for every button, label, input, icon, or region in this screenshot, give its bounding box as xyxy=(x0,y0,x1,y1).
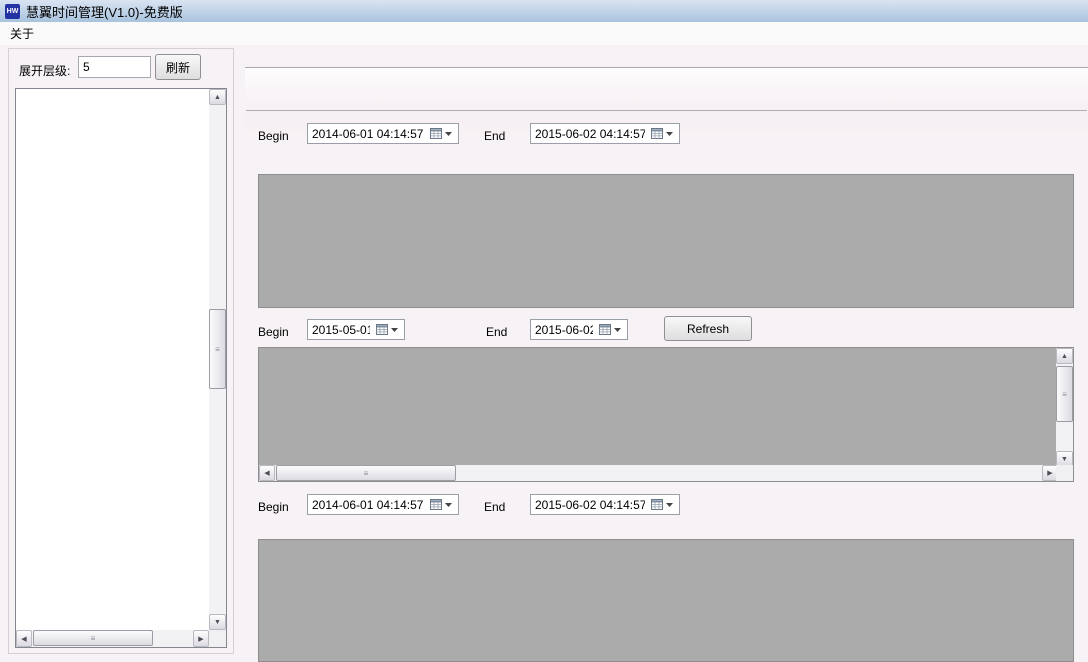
scroll-up-icon[interactable]: ▲ xyxy=(209,89,226,105)
date-value: 2015-06-02 xyxy=(531,323,593,337)
window-title: 慧翼时间管理(V1.0)-免费版 xyxy=(26,2,183,21)
scroll-thumb[interactable] xyxy=(276,465,456,481)
subtab-page-border xyxy=(246,110,1087,111)
end-datetime-picker-bottom[interactable]: 2015-06-02 04:14:57 xyxy=(530,494,680,515)
refresh-pivot-button[interactable]: Refresh xyxy=(664,316,752,341)
scroll-up-icon[interactable]: ▲ xyxy=(1056,348,1073,364)
begin-label-middle: Begin xyxy=(258,325,289,339)
calendar-dropdown-icon[interactable] xyxy=(593,320,627,339)
begin-label-top: Begin xyxy=(258,129,289,143)
begin-label-bottom: Begin xyxy=(258,500,289,514)
calendar-dropdown-icon[interactable] xyxy=(645,124,679,143)
end-label-middle: End xyxy=(486,325,507,339)
refresh-tree-button[interactable]: 刷新 xyxy=(155,54,201,80)
timelog-grid-top xyxy=(258,174,1074,308)
timelog-grid-bottom xyxy=(258,539,1074,662)
app-icon: HW xyxy=(5,4,20,19)
expand-level-label: 展开层级: xyxy=(19,62,70,79)
calendar-dropdown-icon[interactable] xyxy=(424,124,458,143)
begin-datetime-picker-bottom[interactable]: 2014-06-01 04:14:57 xyxy=(307,494,459,515)
calendar-dropdown-icon[interactable] xyxy=(424,495,458,514)
datetime-value: 2015-06-02 04:14:57 xyxy=(531,498,645,512)
scroll-thumb[interactable] xyxy=(33,630,153,646)
end-label-top: End xyxy=(484,129,505,143)
tree-rows xyxy=(16,89,211,632)
title-bar: HW 慧翼时间管理(V1.0)-免费版 xyxy=(0,0,1088,22)
scroll-right-icon[interactable]: ▶ xyxy=(193,630,209,647)
end-label-bottom: End xyxy=(484,500,505,514)
datetime-value: 2014-06-01 04:14:57 xyxy=(308,127,424,141)
left-panel: 展开层级: 刷新 ▲ ▼ ◀ ▶ xyxy=(8,48,234,654)
pivot-grid-content xyxy=(259,348,1058,467)
tree-horizontal-scrollbar[interactable]: ◀ ▶ xyxy=(16,630,209,647)
pivot-horizontal-scrollbar[interactable]: ◀ ▶ xyxy=(259,465,1058,481)
scrollbar-corner xyxy=(1056,465,1073,481)
begin-datetime-picker-top[interactable]: 2014-06-01 04:14:57 xyxy=(307,123,459,144)
calendar-dropdown-icon[interactable] xyxy=(370,320,404,339)
menu-item-about[interactable]: 关于 xyxy=(0,22,44,45)
scroll-thumb[interactable] xyxy=(1056,366,1073,422)
menu-bar: 关于 xyxy=(0,22,1088,45)
pivot-grid: ▲ ▼ ◀ ▶ xyxy=(258,347,1074,482)
begin-date-picker-middle[interactable]: 2015-05-01 xyxy=(307,319,405,340)
expand-level-input[interactable] xyxy=(78,56,151,78)
scroll-down-icon[interactable]: ▼ xyxy=(209,614,226,630)
datetime-value: 2014-06-01 04:14:57 xyxy=(308,498,424,512)
scrollbar-corner xyxy=(209,630,226,647)
end-datetime-picker-top[interactable]: 2015-06-02 04:14:57 xyxy=(530,123,680,144)
tree-vertical-scrollbar[interactable]: ▲ ▼ xyxy=(209,89,226,630)
app-window: HW 慧翼时间管理(V1.0)-免费版 关于 展开层级: 刷新 ▲ ▼ ◀ ▶ … xyxy=(0,0,1088,662)
pivot-vertical-scrollbar[interactable]: ▲ ▼ xyxy=(1056,348,1073,467)
scroll-left-icon[interactable]: ◀ xyxy=(259,465,275,481)
end-date-picker-middle[interactable]: 2015-06-02 xyxy=(530,319,628,340)
scroll-left-icon[interactable]: ◀ xyxy=(16,630,32,647)
datetime-value: 2015-06-02 04:14:57 xyxy=(531,127,645,141)
calendar-dropdown-icon[interactable] xyxy=(645,495,679,514)
date-value: 2015-05-01 xyxy=(308,323,370,337)
task-tree: ▲ ▼ ◀ ▶ xyxy=(15,88,227,648)
scroll-thumb[interactable] xyxy=(209,309,226,389)
